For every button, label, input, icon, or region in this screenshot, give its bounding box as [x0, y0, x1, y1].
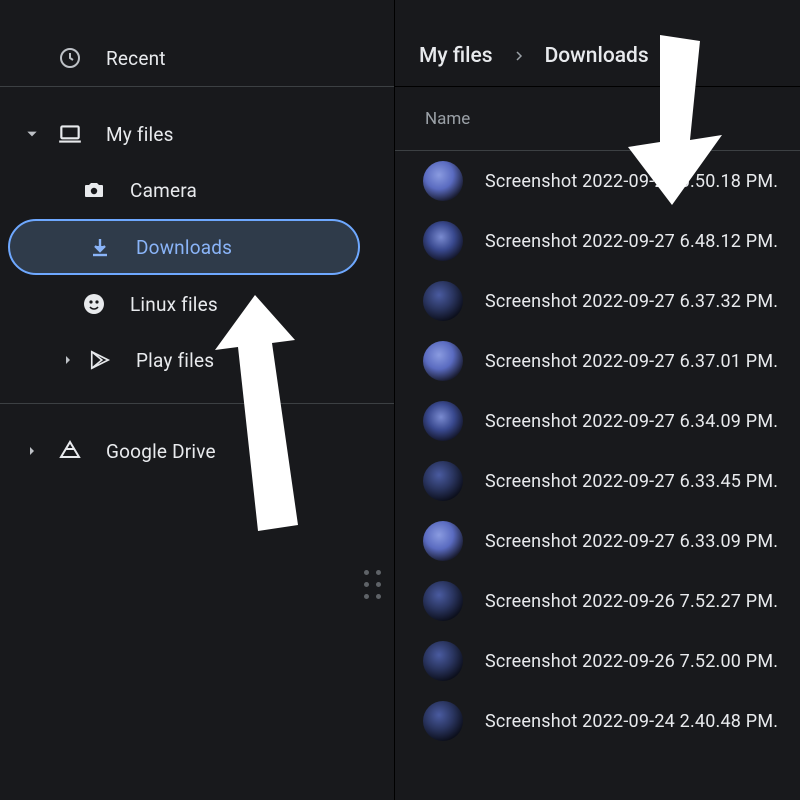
- file-name: Screenshot 2022-09-26 7.52.00 PM.: [485, 651, 778, 672]
- laptop-icon: [56, 120, 84, 148]
- file-thumbnail-icon: [423, 641, 463, 681]
- recent-label: Recent: [106, 47, 166, 70]
- file-thumbnail-icon: [423, 701, 463, 741]
- file-name: Screenshot 2022-09-24 2.40.48 PM.: [485, 711, 778, 732]
- linux-label: Linux files: [130, 293, 218, 316]
- clock-icon: [58, 46, 82, 70]
- downloads-label: Downloads: [136, 236, 232, 259]
- sidebar: Recent My files Camera: [0, 0, 395, 800]
- sidebar-item-downloads[interactable]: Downloads: [8, 219, 360, 275]
- sidebar-item-linux[interactable]: Linux files: [4, 277, 384, 331]
- column-header-name[interactable]: Name: [425, 109, 470, 129]
- file-name: Screenshot 2022-09-26 7.52.27 PM.: [485, 591, 778, 612]
- drag-handle-icon[interactable]: [364, 570, 382, 600]
- file-row[interactable]: Screenshot 2022-09-27 6.48.12 PM.: [395, 211, 800, 271]
- file-thumbnail-icon: [423, 161, 463, 201]
- file-thumbnail-icon: [423, 281, 463, 321]
- file-row[interactable]: Screenshot 2022-09-26 7.52.00 PM.: [395, 631, 800, 691]
- file-row[interactable]: Screenshot 2022-09-27 6.33.45 PM.: [395, 451, 800, 511]
- chevron-right-icon: [54, 346, 82, 374]
- my-files-label: My files: [106, 123, 174, 146]
- file-row[interactable]: Screenshot 2022-09-27 6.33.09 PM.: [395, 511, 800, 571]
- sidebar-section-drive: Google Drive: [0, 404, 394, 480]
- camera-label: Camera: [130, 179, 197, 202]
- sidebar-item-recent[interactable]: Recent: [0, 0, 394, 86]
- file-name: Screenshot 2022-09-27 6.37.32 PM.: [485, 291, 778, 312]
- file-thumbnail-icon: [423, 341, 463, 381]
- file-row[interactable]: Screenshot 2022-09-26 7.52.27 PM.: [395, 571, 800, 631]
- breadcrumb: My files Downloads: [395, 0, 800, 87]
- file-row[interactable]: Screenshot 2022-09-27 6.37.01 PM.: [395, 331, 800, 391]
- camera-icon: [80, 176, 108, 204]
- breadcrumb-root[interactable]: My files: [419, 44, 493, 68]
- chevron-down-icon: [18, 120, 46, 148]
- play-icon: [86, 346, 114, 374]
- file-row[interactable]: Screenshot 2022-09-27 6.34.09 PM.: [395, 391, 800, 451]
- main-panel: My files Downloads Name Screenshot 2022-…: [395, 0, 800, 800]
- drive-icon: [56, 437, 84, 465]
- file-thumbnail-icon: [423, 581, 463, 621]
- file-thumbnail-icon: [423, 221, 463, 261]
- chevron-right-icon: [513, 46, 525, 67]
- breadcrumb-current: Downloads: [545, 44, 649, 68]
- linux-icon: [80, 290, 108, 318]
- drive-label: Google Drive: [106, 440, 216, 463]
- play-label: Play files: [136, 349, 214, 372]
- chevron-right-icon: [18, 437, 46, 465]
- sidebar-section-recent: Recent: [0, 0, 394, 87]
- file-name: Screenshot 2022-09-27 6.48.12 PM.: [485, 231, 778, 252]
- sidebar-item-camera[interactable]: Camera: [4, 163, 384, 217]
- files-app: Recent My files Camera: [0, 0, 800, 800]
- file-name: Screenshot 2022-09-27 6.34.09 PM.: [485, 411, 778, 432]
- file-name: Screenshot 2022-09-27 6.33.45 PM.: [485, 471, 778, 492]
- file-row[interactable]: Screenshot 2022-09-24 2.40.48 PM.: [395, 691, 800, 751]
- file-name: Screenshot 2022-09-27 6.50.18 PM.: [485, 171, 778, 192]
- file-thumbnail-icon: [423, 461, 463, 501]
- file-row[interactable]: Screenshot 2022-09-27 6.50.18 PM.: [395, 151, 800, 211]
- file-name: Screenshot 2022-09-27 6.37.01 PM.: [485, 351, 778, 372]
- download-icon: [86, 233, 114, 261]
- file-thumbnail-icon: [423, 521, 463, 561]
- file-row[interactable]: Screenshot 2022-09-27 6.37.32 PM.: [395, 271, 800, 331]
- file-list: Screenshot 2022-09-27 6.50.18 PM. Screen…: [395, 151, 800, 800]
- sidebar-item-play[interactable]: Play files: [4, 333, 384, 387]
- sidebar-item-drive[interactable]: Google Drive: [4, 424, 384, 478]
- sidebar-section-myfiles: My files Camera Downloads: [0, 87, 394, 404]
- sidebar-item-my-files[interactable]: My files: [4, 107, 384, 161]
- column-header-row: Name: [395, 87, 800, 151]
- file-name: Screenshot 2022-09-27 6.33.09 PM.: [485, 531, 778, 552]
- file-thumbnail-icon: [423, 401, 463, 441]
